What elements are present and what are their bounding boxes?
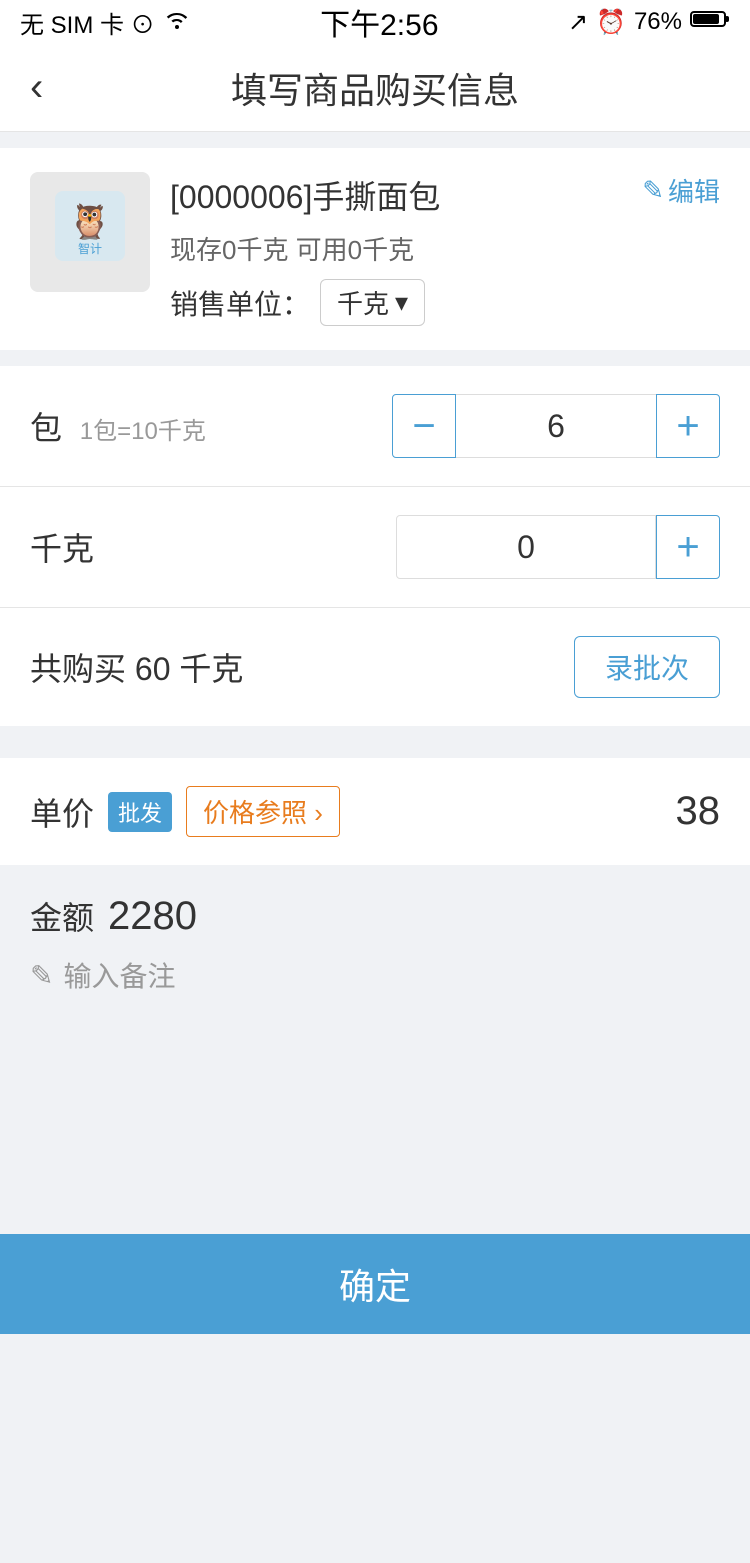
status-left: 无 SIM 卡 ⊙ [20, 5, 191, 40]
bao-hint: 1包=10千克 [80, 418, 206, 445]
minus-icon: − [412, 404, 435, 449]
product-header: [0000006]手撕面包 ✎ 编辑 [170, 172, 720, 218]
separator-2 [0, 726, 750, 742]
location-icon: ↗ [568, 8, 588, 37]
amount-row: 金额 2280 [30, 893, 720, 939]
back-button[interactable]: ‹ [30, 65, 43, 110]
kg-controls: + [396, 515, 720, 579]
chevron-down-icon: ▾ [395, 287, 408, 318]
amount-value: 2280 [108, 894, 197, 939]
amount-section: 金额 2280 ✎ 输入备注 [0, 865, 750, 1023]
edit-label: 编辑 [668, 172, 720, 209]
total-row: 共购买 60 千克 录批次 [0, 608, 750, 726]
amount-label: 金额 [30, 893, 94, 939]
svg-text:智计: 智计 [78, 241, 102, 256]
status-right: ↗ ⏰ 76% [568, 8, 730, 37]
status-bar: 无 SIM 卡 ⊙ 下午2:56 ↗ ⏰ 76% [0, 0, 750, 44]
price-ref-button[interactable]: 价格参照 › [186, 786, 340, 837]
bao-row: 包 1包=10千克 − + [0, 366, 750, 487]
svg-text:🦉: 🦉 [69, 203, 111, 241]
bao-input-section: 包 1包=10千克 − + 千克 + [0, 366, 750, 608]
edit-remark-icon: ✎ [30, 959, 53, 992]
price-section: 单价 批发 价格参照 › 38 [0, 758, 750, 865]
unit-value: 千克 [337, 284, 389, 321]
kg-plus-button[interactable]: + [656, 515, 720, 579]
kg-row: 千克 + [0, 487, 750, 608]
price-value: 38 [676, 789, 721, 834]
alarm-icon: ⏰ [596, 8, 626, 37]
wifi-icon [163, 8, 191, 36]
page-title: 填写商品购买信息 [231, 62, 519, 114]
edit-button[interactable]: ✎ 编辑 [642, 172, 720, 209]
status-time: 下午2:56 [320, 0, 438, 44]
kg-input[interactable] [396, 515, 656, 579]
unit-label: 销售单位： [170, 283, 310, 323]
bao-label: 包 [30, 410, 62, 446]
bao-label-group: 包 1包=10千克 [30, 403, 206, 449]
bao-input[interactable] [456, 394, 656, 458]
product-info: [0000006]手撕面包 ✎ 编辑 现存0千克 可用0千克 销售单位： 千克 … [170, 172, 720, 326]
product-logo: 🦉 智计 [55, 191, 125, 273]
confirm-button[interactable]: 确定 [0, 1234, 750, 1334]
separator-1 [0, 350, 750, 366]
edit-icon: ✎ [642, 175, 664, 206]
batch-button[interactable]: 录批次 [574, 636, 720, 698]
price-ref-label: 价格参照 › [203, 793, 323, 830]
price-label: 单价 [30, 789, 94, 835]
bao-minus-button[interactable]: − [392, 394, 456, 458]
total-text: 共购买 60 千克 [30, 644, 243, 690]
kg-label: 千克 [30, 524, 94, 570]
battery-text: 76% [634, 8, 682, 36]
kg-plus-icon: + [676, 525, 699, 570]
product-unit-row: 销售单位： 千克 ▾ [170, 279, 720, 326]
product-name: [0000006]手撕面包 [170, 172, 440, 218]
battery-icon [690, 8, 730, 36]
product-image: 🦉 智计 [30, 172, 150, 292]
product-stock: 现存0千克 可用0千克 [170, 230, 720, 267]
unit-select[interactable]: 千克 ▾ [320, 279, 425, 326]
product-section: 🦉 智计 [0000006]手撕面包 ✎ 编辑 现存0千克 可用0千克 销售单位… [0, 148, 750, 350]
price-type-tag: 批发 [108, 792, 172, 832]
sim-text: 无 SIM 卡 ⊙ [20, 5, 155, 40]
price-row: 单价 批发 价格参照 › 38 [30, 786, 720, 837]
plus-icon: + [676, 404, 699, 449]
remark-row[interactable]: ✎ 输入备注 [30, 955, 720, 1023]
remark-placeholder: 输入备注 [63, 955, 175, 995]
bao-controls: − + [392, 394, 720, 458]
nav-bar: ‹ 填写商品购买信息 [0, 44, 750, 132]
bao-plus-button[interactable]: + [656, 394, 720, 458]
